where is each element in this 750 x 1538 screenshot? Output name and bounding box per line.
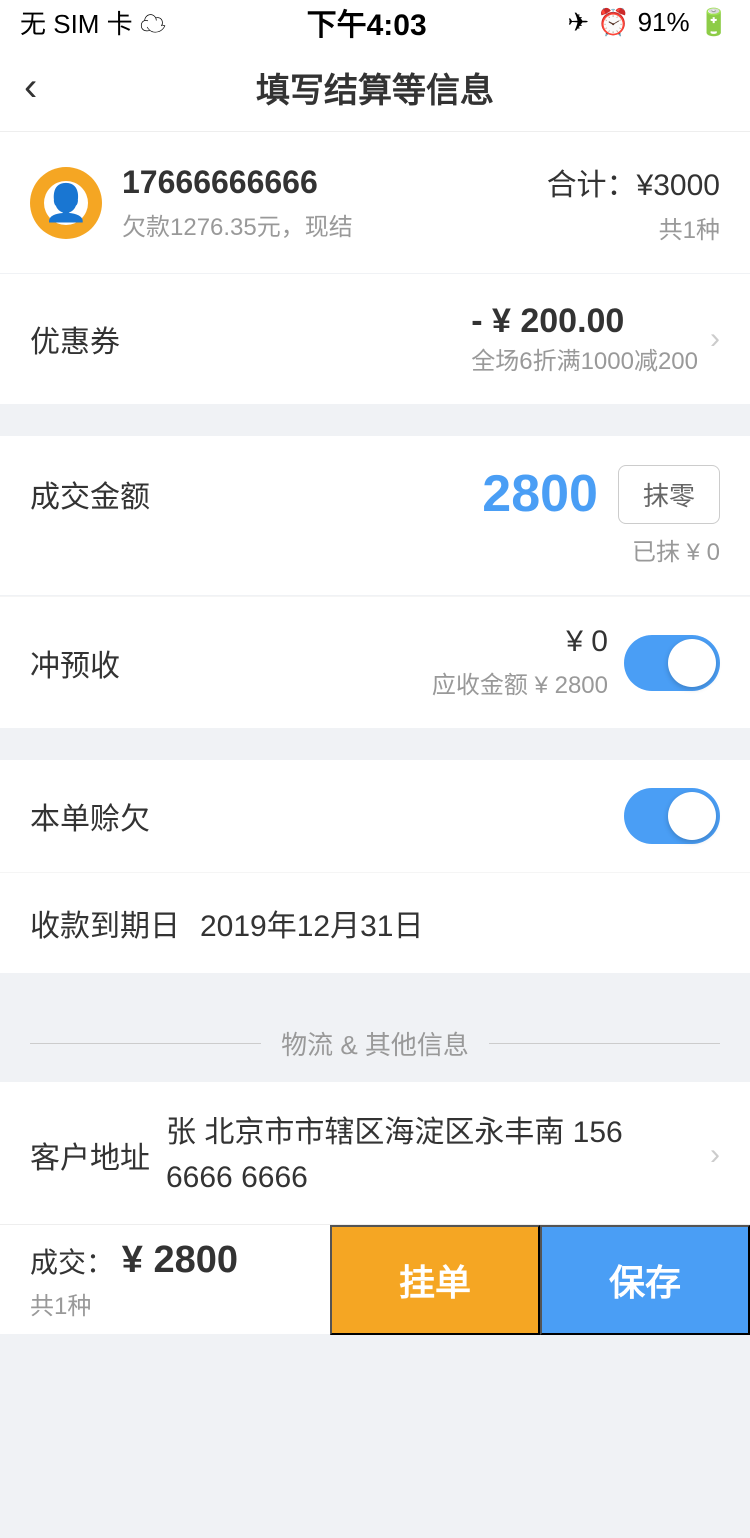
coupon-label: 优惠券 [30,317,120,361]
deal-label: 成交： [30,1247,114,1278]
prepay-toggle-knob [668,639,716,687]
duedate-label: 收款到期日 [30,901,180,945]
back-button[interactable]: ‹ [24,65,37,110]
customer-phone: 17666666666 [122,164,353,201]
status-time: 下午4:03 [307,0,427,44]
location-icon: ✈ [567,7,589,38]
coupon-discount: - ¥ 200.00 [471,302,698,341]
prepay-label: 冲预收 [30,641,120,685]
logistics-line-right [489,1043,720,1044]
total-count: 共1种 [547,210,720,245]
prepay-section: 冲预收 ¥ 0 应收金额 ¥ 2800 [0,596,750,728]
round-zero-button[interactable]: 抹零 [618,465,720,524]
total-amount: 合计：¥3000 [547,160,720,204]
address-arrow-icon: › [710,1138,720,1172]
customer-card: 👤 17666666666 欠款1276.35元，现结 合计：¥3000 共1种 [0,132,750,273]
amount-sub: 已抹 ¥ 0 [30,532,720,567]
address-label: 客户地址 [30,1133,150,1177]
user-icon: 👤 [44,182,89,224]
deal-count: 共1种 [30,1286,300,1321]
sim-status: 无 SIM 卡 ☁ [20,4,166,41]
amount-value: 2800 [482,464,598,524]
section-divider-2 [0,728,750,744]
status-right: ✈ ⏰ 91% 🔋 [567,7,730,38]
prepay-value: ¥ 0 [432,625,608,659]
status-bar: 无 SIM 卡 ☁ 下午4:03 ✈ ⏰ 91% 🔋 [0,0,750,44]
alarm-icon: ⏰ [597,7,629,38]
logistics-line-left [30,1043,261,1044]
deal-amount: ¥ 2800 [122,1239,238,1281]
page-title: 填写结算等信息 [256,63,494,112]
coupon-arrow-icon: › [710,322,720,356]
logistics-text: 物流 & 其他信息 [281,1025,469,1062]
bottom-summary: 成交： ¥ 2800 共1种 [0,1239,330,1321]
prepay-toggle[interactable] [624,635,720,691]
amount-section: 成交金额 2800 抹零 已抹 ¥ 0 [0,436,750,595]
debt-section: 本单赊欠 [0,760,750,872]
avatar: 👤 [30,167,102,239]
coupon-row[interactable]: 优惠券 - ¥ 200.00 全场6折满1000减200 › [0,273,750,404]
logistics-separator: 物流 & 其他信息 [0,1005,750,1082]
debt-toggle-knob [668,792,716,840]
amount-label: 成交金额 [30,472,150,516]
address-section[interactable]: 客户地址 张 北京市市辖区海淀区永丰南 156 6666 6666 › [0,1082,750,1228]
bottom-bar: 成交： ¥ 2800 共1种 挂单 保存 [0,1224,750,1334]
duedate-section: 收款到期日 2019年12月31日 [0,872,750,973]
nav-bar: ‹ 填写结算等信息 [0,44,750,132]
debt-label: 本单赊欠 [30,794,150,838]
save-button[interactable]: 保存 [540,1225,750,1335]
battery-status: 91% [638,7,690,38]
pending-button[interactable]: 挂单 [330,1225,540,1335]
customer-debt: 欠款1276.35元，现结 [122,207,353,242]
prepay-sub: 应收金额 ¥ 2800 [432,665,608,700]
address-content: 张 北京市市辖区海淀区永丰南 156 6666 6666 [166,1110,694,1200]
battery-icon: 🔋 [698,7,730,38]
coupon-desc: 全场6折满1000减200 [471,341,698,376]
status-left: 无 SIM 卡 ☁ [20,4,166,41]
bottom-deal-line: 成交： ¥ 2800 [30,1239,300,1282]
duedate-value: 2019年12月31日 [200,901,423,945]
section-divider-3 [0,973,750,989]
debt-toggle[interactable] [624,788,720,844]
section-divider-1 [0,404,750,420]
